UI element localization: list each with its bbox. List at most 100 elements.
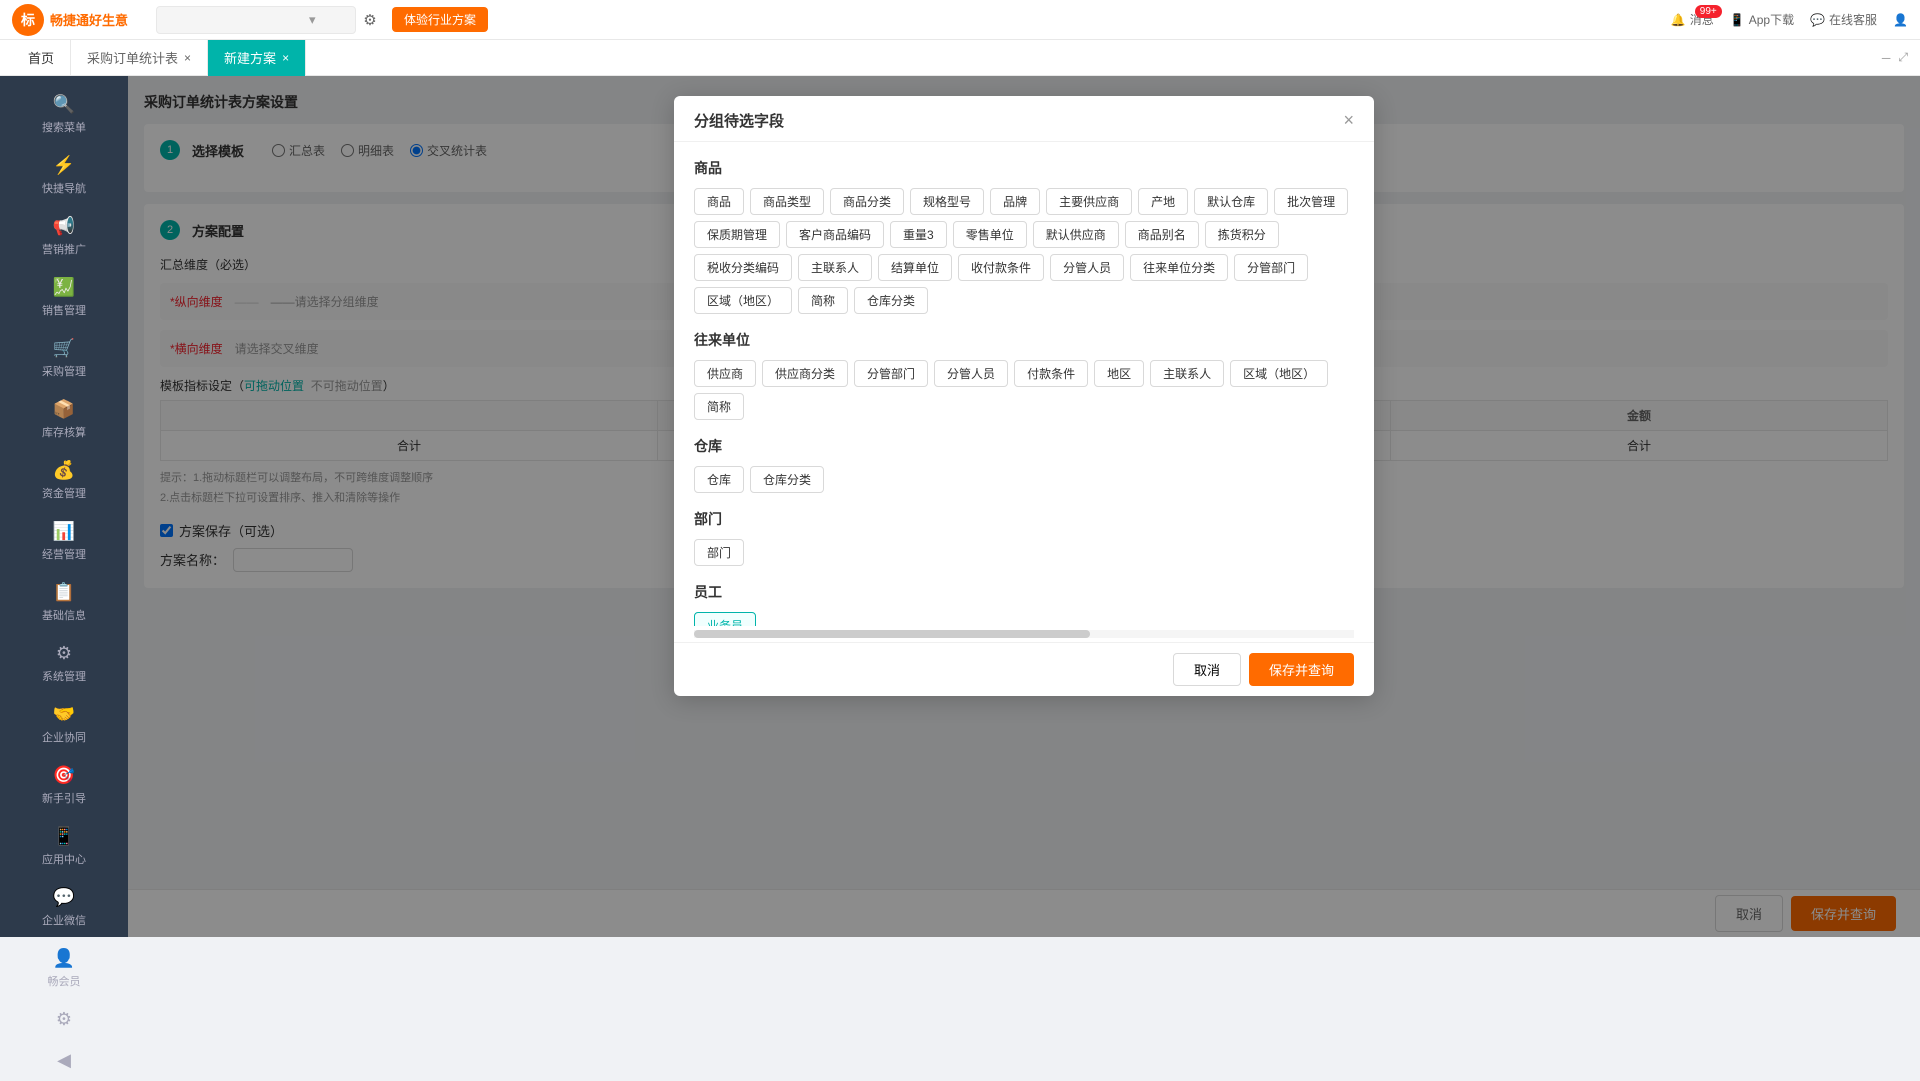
section-goods-title: 商品 [694,158,1354,178]
sidebar-item-marketing[interactable]: 📢 营销推广 [0,206,128,267]
sales-icon: 💹 [53,277,75,298]
field-tag-warehouse[interactable]: 仓库 [694,466,744,493]
logo: 标 畅捷通好生意 [12,4,140,36]
chevron-down-icon: ▾ [309,12,316,28]
sidebar-item-purchase[interactable]: 🛒 采购管理 [0,328,128,389]
field-tag-main-contact[interactable]: 主联系人 [1150,360,1224,387]
sidebar-item-basic[interactable]: 📋 基础信息 [0,572,128,633]
field-tag-default-supplier[interactable]: 默认供应商 [1033,221,1119,248]
sidebar-settings-btn[interactable]: ⚙ [0,999,128,1040]
field-tag-region-counterpart[interactable]: 区域（地区） [1230,360,1328,387]
field-tag-spec[interactable]: 规格型号 [910,188,984,215]
sidebar-item-system[interactable]: ⚙ 系统管理 [0,633,128,694]
sidebar-item-cooperation[interactable]: 🤝 企业协同 [0,694,128,755]
tab-purchase-stats[interactable]: 采购订单统计表 × [71,40,208,76]
sidebar-label-operation: 经营管理 [42,546,86,562]
user-avatar[interactable]: 👤 [1893,13,1908,27]
tab-home-label: 首页 [28,48,54,67]
field-tag-manager2[interactable]: 分管人员 [934,360,1008,387]
sidebar-label-weixin: 企业微信 [42,912,86,928]
notification-icon: 🔔 [1671,13,1686,27]
field-tag-weight[interactable]: 重量3 [890,221,947,248]
dialog-close-button[interactable]: × [1343,110,1354,131]
field-tag-short-name2[interactable]: 简称 [694,393,744,420]
field-tag-dept[interactable]: 分管部门 [1234,254,1308,281]
tab-purchase-stats-close[interactable]: × [184,51,191,65]
field-tag-supplier[interactable]: 供应商 [694,360,756,387]
section-employee-tags: 业务员 [694,612,1354,626]
sidebar-item-inventory[interactable]: 📦 库存核算 [0,389,128,450]
field-tag-warehouse-cat[interactable]: 仓库分类 [750,466,824,493]
sidebar-item-sales[interactable]: 💹 销售管理 [0,267,128,328]
field-tag-area[interactable]: 地区 [1094,360,1144,387]
sidebar-item-weixin[interactable]: 💬 企业微信 [0,877,128,938]
field-tag-default-warehouse[interactable]: 默认仓库 [1194,188,1268,215]
sidebar-item-finance[interactable]: 💰 资金管理 [0,450,128,511]
dialog-h-scrollbar-thumb[interactable] [694,630,1090,638]
field-tag-region-goods[interactable]: 区域（地区） [694,287,792,314]
notification-item[interactable]: 🔔 消息 99+ [1671,11,1714,28]
sidebar-collapse-btn[interactable]: ◀ [0,1040,128,1081]
field-tag-tax-code[interactable]: 税收分类编码 [694,254,792,281]
tabbar: 首页 采购订单统计表 × 新建方案 × ─ ⤢ [0,40,1920,76]
field-tag-expiry[interactable]: 保质期管理 [694,221,780,248]
tab-new-plan-close[interactable]: × [282,51,289,65]
dialog-cancel-button[interactable]: 取消 [1173,653,1241,686]
operation-icon: 📊 [53,521,75,542]
field-tag-retail-unit[interactable]: 零售单位 [953,221,1027,248]
field-tag-pay-terms[interactable]: 付款条件 [1014,360,1088,387]
topbar-right: 🔔 消息 99+ 📱 App下载 💬 在线客服 👤 [1671,11,1908,28]
field-tag-goods-category[interactable]: 商品分类 [830,188,904,215]
cooperation-icon: 🤝 [53,704,75,725]
search-input[interactable] [165,13,305,27]
dialog: 分组待选字段 × 商品 商品 商品类型 商品分类 规格型号 品牌 主要供应商 [674,96,1374,696]
system-icon: ⚙ [56,643,72,664]
tab-new-plan[interactable]: 新建方案 × [208,40,306,76]
field-tag-origin[interactable]: 产地 [1138,188,1188,215]
field-tag-manager[interactable]: 分管人员 [1050,254,1124,281]
sidebar-item-guide[interactable]: 🎯 新手引导 [0,755,128,816]
sidebar-label-quick-nav: 快捷导航 [42,180,86,196]
field-tag-department[interactable]: 部门 [694,539,744,566]
field-tag-short-name[interactable]: 简称 [798,287,848,314]
field-tag-supplier-category[interactable]: 供应商分类 [762,360,848,387]
app-download-label: App下载 [1749,11,1794,28]
field-tag-contact[interactable]: 主联系人 [798,254,872,281]
sidebar-item-app-center[interactable]: 📱 应用中心 [0,816,128,877]
app-download-item[interactable]: 📱 App下载 [1730,11,1794,28]
field-tag-settlement-unit[interactable]: 结算单位 [878,254,952,281]
field-tag-batch[interactable]: 批次管理 [1274,188,1348,215]
dialog-confirm-button[interactable]: 保存并查询 [1249,653,1354,686]
field-tag-payment-terms[interactable]: 收付款条件 [958,254,1044,281]
sidebar-item-search-menu[interactable]: 🔍 搜索菜单 [0,84,128,145]
field-tag-dept2[interactable]: 分管部门 [854,360,928,387]
search-bar[interactable]: ▾ [156,6,356,34]
field-tag-warehouse-category[interactable]: 仓库分类 [854,287,928,314]
sidebar-item-quick-nav[interactable]: ⚡ 快捷导航 [0,145,128,206]
sidebar-label-marketing: 营销推广 [42,241,86,257]
finance-icon: 💰 [53,460,75,481]
field-tag-customer-code[interactable]: 客户商品编码 [786,221,884,248]
sidebar-label-basic: 基础信息 [42,607,86,623]
sidebar-item-operation[interactable]: 📊 经营管理 [0,511,128,572]
tab-minimize-btn[interactable]: ─ [1882,51,1891,65]
field-tag-goods-type[interactable]: 商品类型 [750,188,824,215]
dialog-h-scrollbar[interactable] [694,630,1354,638]
field-tag-brand[interactable]: 品牌 [990,188,1040,215]
experience-btn[interactable]: 体验行业方案 [392,7,488,32]
field-tag-partner-category[interactable]: 往来单位分类 [1130,254,1228,281]
sidebar-item-member[interactable]: 👤 畅会员 [0,938,128,999]
field-tag-alias[interactable]: 商品别名 [1125,221,1199,248]
field-tag-main-supplier[interactable]: 主要供应商 [1046,188,1132,215]
online-service-item[interactable]: 💬 在线客服 [1810,11,1877,28]
gear-button[interactable]: ⚙ [356,6,384,34]
app-center-icon: 📱 [53,826,75,847]
tab-home[interactable]: 首页 [12,40,71,76]
sidebar-label-system: 系统管理 [42,668,86,684]
tab-expand-btn[interactable]: ⤢ [1898,50,1908,65]
basic-icon: 📋 [53,582,75,603]
field-tag-pick-points[interactable]: 拣货积分 [1205,221,1279,248]
sidebar-label-inventory: 库存核算 [42,424,86,440]
field-tag-goods[interactable]: 商品 [694,188,744,215]
field-tag-salesman[interactable]: 业务员 [694,612,756,626]
